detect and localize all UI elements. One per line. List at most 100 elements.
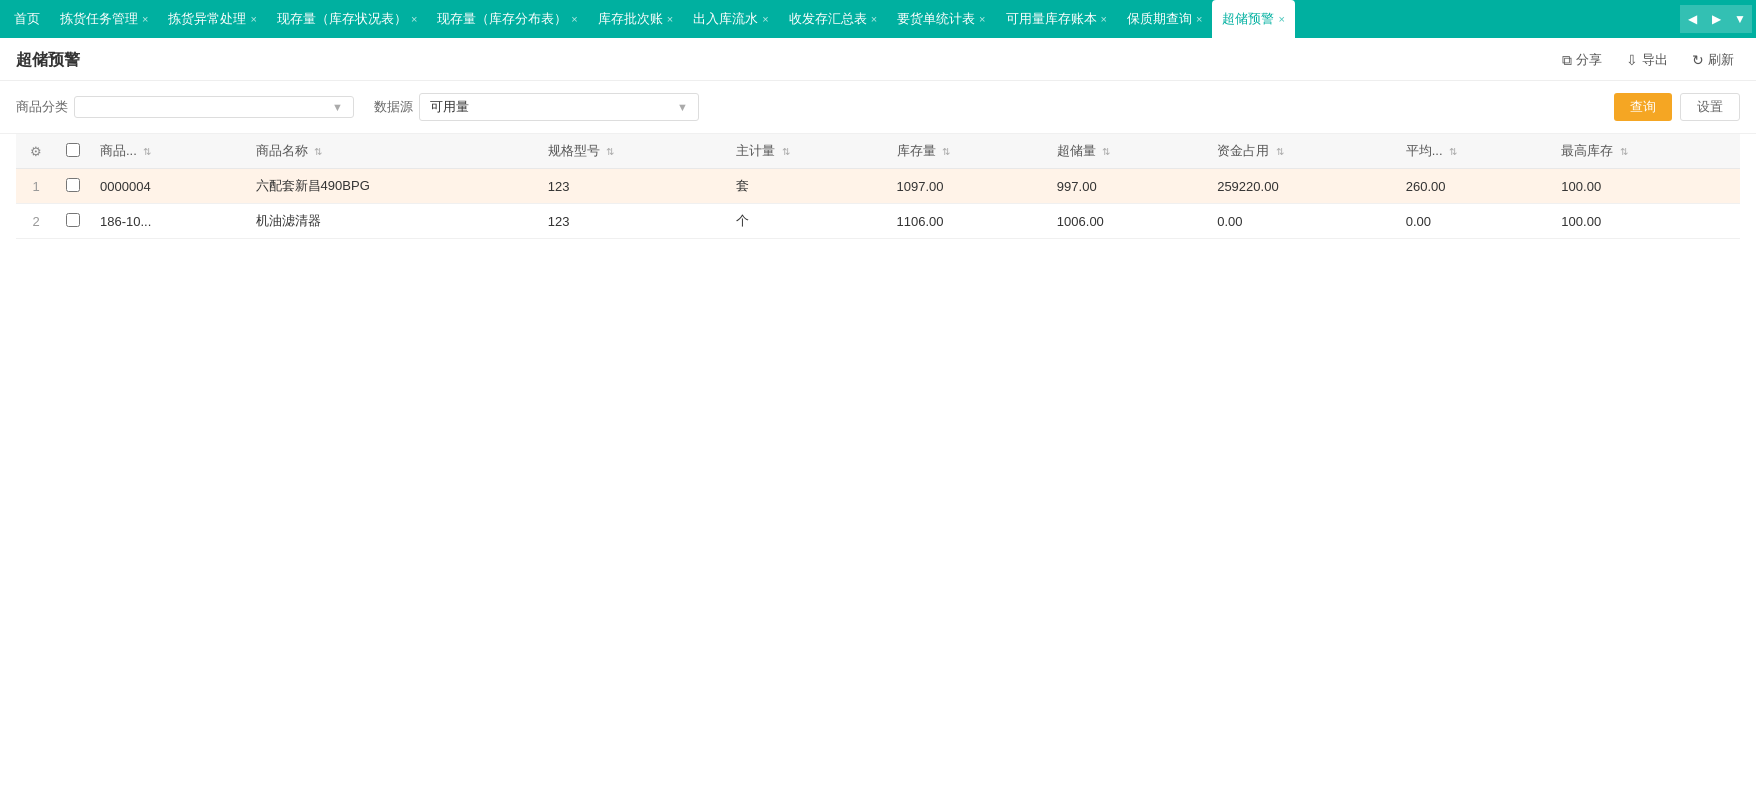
nav-close-6[interactable]: × — [762, 13, 768, 25]
col-gear: ⚙ — [16, 134, 56, 169]
query-button[interactable]: 查询 — [1614, 93, 1672, 121]
nav-item-11[interactable]: 超储预警 × — [1212, 0, 1294, 38]
col-unit[interactable]: 主计量 ⇅ — [726, 134, 886, 169]
col-spec-label: 规格型号 — [548, 143, 600, 158]
top-nav: 首页 拣货任务管理 × 拣货异常处理 × 现存量（库存状况表） × 现存量（库存… — [0, 0, 1756, 38]
col-overstock[interactable]: 超储量 ⇅ — [1047, 134, 1207, 169]
row-checkbox-0[interactable] — [66, 178, 80, 192]
nav-item-6[interactable]: 出入库流水 × — [683, 0, 778, 38]
category-label: 商品分类 — [16, 98, 68, 116]
spec-0: 123 — [538, 169, 727, 204]
nav-item-7[interactable]: 收发存汇总表 × — [779, 0, 887, 38]
export-button[interactable]: ⇩ 导出 — [1620, 48, 1674, 72]
nav-close-8[interactable]: × — [979, 13, 985, 25]
col-capital[interactable]: 资金占用 ⇅ — [1207, 134, 1396, 169]
share-button[interactable]: ⧉ 分享 — [1556, 48, 1608, 72]
capital-0: 259220.00 — [1207, 169, 1396, 204]
max-stock-0: 100.00 — [1551, 169, 1740, 204]
datasource-dropdown-icon: ▼ — [677, 101, 688, 113]
sort-icon-avg: ⇅ — [1449, 146, 1457, 157]
page-header: 超储预警 ⧉ 分享 ⇩ 导出 ↻ 刷新 — [0, 38, 1756, 81]
sort-icon-stock: ⇅ — [942, 146, 950, 157]
nav-item-3[interactable]: 现存量（库存状况表） × — [267, 0, 427, 38]
col-spec[interactable]: 规格型号 ⇅ — [538, 134, 727, 169]
nav-label-11: 超储预警 — [1222, 10, 1274, 28]
page-title: 超储预警 — [16, 50, 80, 71]
header-actions: ⧉ 分享 ⇩ 导出 ↻ 刷新 — [1556, 48, 1740, 72]
overstock-1: 1006.00 — [1047, 204, 1207, 239]
col-max-stock-label: 最高库存 — [1561, 143, 1613, 158]
nav-close-11[interactable]: × — [1278, 13, 1284, 25]
nav-close-1[interactable]: × — [142, 13, 148, 25]
nav-item-2[interactable]: 拣货异常处理 × — [158, 0, 266, 38]
sort-icon-overstock: ⇅ — [1102, 146, 1110, 157]
table-row: 2 186-10... 机油滤清器 123 个 1106.00 1006.00 … — [16, 204, 1740, 239]
nav-item-1[interactable]: 拣货任务管理 × — [50, 0, 158, 38]
share-icon: ⧉ — [1562, 52, 1572, 69]
nav-label-5: 库存批次账 — [598, 10, 663, 28]
table-header-row: ⚙ 商品... ⇅ 商品名称 ⇅ 规格型号 ⇅ 主计量 — [16, 134, 1740, 169]
product-name-1: 机油滤清器 — [246, 204, 538, 239]
nav-close-2[interactable]: × — [250, 13, 256, 25]
refresh-button[interactable]: ↻ 刷新 — [1686, 48, 1740, 72]
nav-label-6: 出入库流水 — [693, 10, 758, 28]
nav-close-9[interactable]: × — [1101, 13, 1107, 25]
row-checkbox-1[interactable] — [66, 213, 80, 227]
nav-label-8: 要货单统计表 — [897, 10, 975, 28]
settings-button[interactable]: 设置 — [1680, 93, 1740, 121]
gear-icon[interactable]: ⚙ — [30, 144, 42, 159]
category-select[interactable]: ▼ — [74, 96, 354, 118]
datasource-filter-group: 数据源 可用量 ▼ — [374, 93, 699, 121]
select-all-checkbox[interactable] — [66, 143, 80, 157]
nav-prev-button[interactable]: ◀ — [1680, 5, 1704, 33]
sort-icon-spec: ⇅ — [606, 146, 614, 157]
nav-next-button[interactable]: ▶ — [1704, 5, 1728, 33]
export-label: 导出 — [1642, 51, 1668, 69]
overstock-0: 997.00 — [1047, 169, 1207, 204]
nav-close-7[interactable]: × — [871, 13, 877, 25]
nav-close-5[interactable]: × — [667, 13, 673, 25]
row-num-0: 1 — [16, 169, 56, 204]
avg-1: 0.00 — [1396, 204, 1552, 239]
avg-0: 260.00 — [1396, 169, 1552, 204]
nav-close-10[interactable]: × — [1196, 13, 1202, 25]
sort-icon-unit: ⇅ — [782, 146, 790, 157]
main-table: ⚙ 商品... ⇅ 商品名称 ⇅ 规格型号 ⇅ 主计量 — [16, 134, 1740, 239]
datasource-select[interactable]: 可用量 ▼ — [419, 93, 699, 121]
nav-item-home[interactable]: 首页 — [4, 0, 50, 38]
row-num-1: 2 — [16, 204, 56, 239]
col-avg[interactable]: 平均... ⇅ — [1396, 134, 1552, 169]
col-product-name-label: 商品名称 — [256, 143, 308, 158]
nav-label-2: 拣货异常处理 — [168, 10, 246, 28]
col-checkbox-header — [56, 134, 90, 169]
nav-item-10[interactable]: 保质期查询 × — [1117, 0, 1212, 38]
nav-close-4[interactable]: × — [571, 13, 577, 25]
capital-1: 0.00 — [1207, 204, 1396, 239]
stock-0: 1097.00 — [887, 169, 1047, 204]
nav-label-3: 现存量（库存状况表） — [277, 10, 407, 28]
col-stock[interactable]: 库存量 ⇅ — [887, 134, 1047, 169]
col-unit-label: 主计量 — [736, 143, 775, 158]
sort-icon-capital: ⇅ — [1276, 146, 1284, 157]
nav-label-9: 可用量库存账本 — [1006, 10, 1097, 28]
sort-icon-code: ⇅ — [143, 146, 151, 157]
nav-item-9[interactable]: 可用量库存账本 × — [996, 0, 1117, 38]
nav-label-4: 现存量（库存分布表） — [437, 10, 567, 28]
nav-label-1: 拣货任务管理 — [60, 10, 138, 28]
col-product-name[interactable]: 商品名称 ⇅ — [246, 134, 538, 169]
col-stock-label: 库存量 — [897, 143, 936, 158]
nav-item-8[interactable]: 要货单统计表 × — [887, 0, 995, 38]
nav-close-3[interactable]: × — [411, 13, 417, 25]
table-row: 1 0000004 六配套新昌490BPG 123 套 1097.00 997.… — [16, 169, 1740, 204]
nav-item-4[interactable]: 现存量（库存分布表） × — [427, 0, 587, 38]
category-filter-group: 商品分类 ▼ — [16, 96, 354, 118]
product-name-0: 六配套新昌490BPG — [246, 169, 538, 204]
nav-item-5[interactable]: 库存批次账 × — [588, 0, 683, 38]
col-overstock-label: 超储量 — [1057, 143, 1096, 158]
col-product-code[interactable]: 商品... ⇅ — [90, 134, 246, 169]
nav-label-10: 保质期查询 — [1127, 10, 1192, 28]
nav-more-button[interactable]: ▼ — [1728, 5, 1752, 33]
col-max-stock[interactable]: 最高库存 ⇅ — [1551, 134, 1740, 169]
spec-1: 123 — [538, 204, 727, 239]
export-icon: ⇩ — [1626, 52, 1638, 68]
